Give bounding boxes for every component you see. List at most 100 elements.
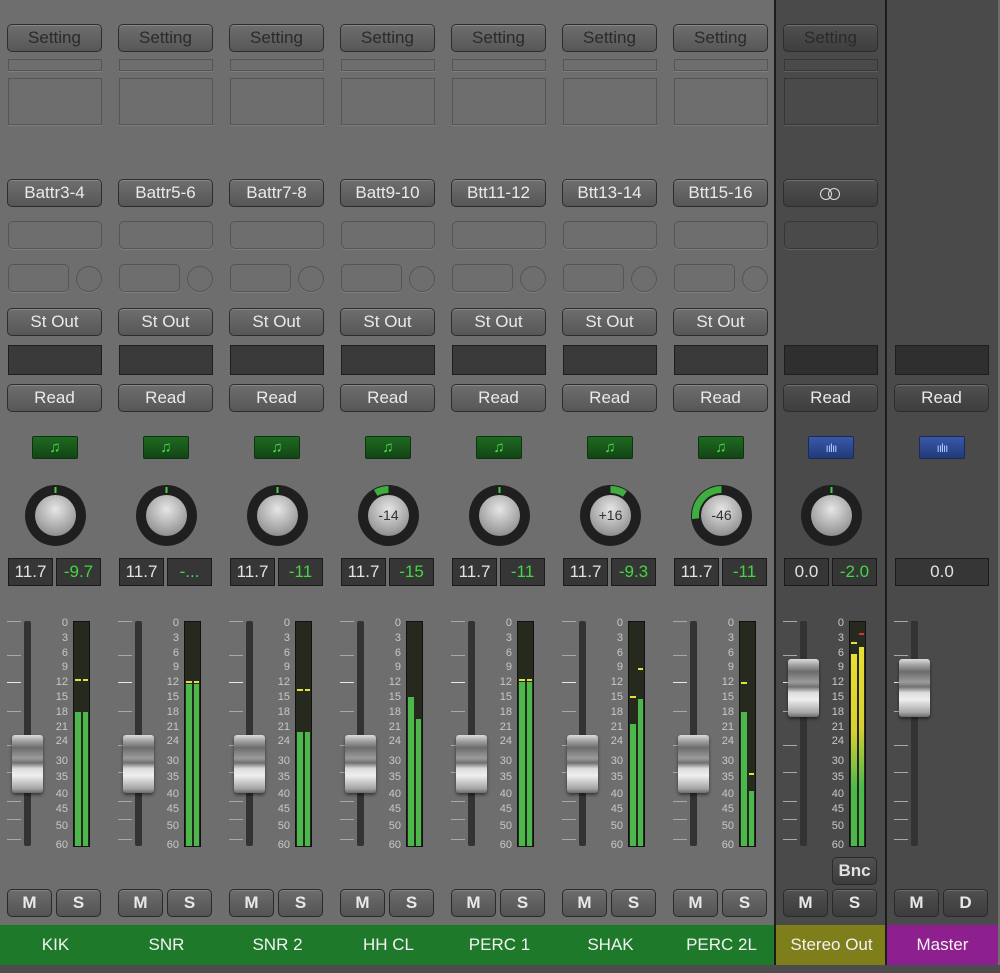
midi-note-icon[interactable]: ♫: [32, 436, 78, 459]
send-slot[interactable]: [230, 264, 291, 292]
group-slot[interactable]: [674, 345, 768, 375]
peak-readout[interactable]: -11: [278, 558, 323, 586]
group-slot[interactable]: [784, 345, 878, 375]
volume-readout[interactable]: 11.7: [452, 558, 497, 586]
output-button[interactable]: St Out: [451, 308, 546, 336]
group-slot[interactable]: [895, 345, 989, 375]
automation-mode-button[interactable]: Read: [783, 384, 878, 412]
setting-button[interactable]: Setting: [229, 24, 324, 52]
volume-fader-handle[interactable]: [678, 735, 709, 793]
volume-readout[interactable]: 11.7: [230, 558, 275, 586]
automation-mode-button[interactable]: Read: [451, 384, 546, 412]
solo-button[interactable]: S: [500, 889, 545, 917]
group-slot[interactable]: [8, 345, 102, 375]
track-name[interactable]: Master: [887, 925, 998, 965]
peak-readout[interactable]: -2.0: [832, 558, 877, 586]
midi-note-icon[interactable]: ♫: [476, 436, 522, 459]
pan-knob[interactable]: [469, 485, 530, 546]
output-button[interactable]: St Out: [562, 308, 657, 336]
setting-button[interactable]: Setting: [673, 24, 768, 52]
peak-readout[interactable]: -11: [722, 558, 767, 586]
setting-button[interactable]: Setting: [451, 24, 546, 52]
eq-display[interactable]: [674, 78, 768, 125]
group-slot[interactable]: [563, 345, 657, 375]
mute-button[interactable]: M: [673, 889, 718, 917]
track-name[interactable]: HH CL: [333, 925, 444, 965]
output-button[interactable]: St Out: [673, 308, 768, 336]
solo-button[interactable]: S: [832, 889, 877, 917]
volume-readout[interactable]: 11.7: [563, 558, 608, 586]
group-slot[interactable]: [230, 345, 324, 375]
input-button[interactable]: Battr7-8: [229, 179, 324, 207]
setting-button[interactable]: Setting: [340, 24, 435, 52]
fader-track[interactable]: [24, 621, 31, 846]
volume-fader-handle[interactable]: [567, 735, 598, 793]
send-slot[interactable]: [674, 264, 735, 292]
midi-fx-slot[interactable]: [341, 221, 435, 249]
send-level-knob[interactable]: [76, 266, 102, 292]
pan-knob[interactable]: -14: [358, 485, 419, 546]
volume-readout[interactable]: 0.0: [784, 558, 829, 586]
mute-button[interactable]: M: [118, 889, 163, 917]
automation-mode-button[interactable]: Read: [673, 384, 768, 412]
peak-readout[interactable]: -9.7: [56, 558, 101, 586]
eq-display[interactable]: [341, 78, 435, 125]
group-slot[interactable]: [119, 345, 213, 375]
volume-fader-handle[interactable]: [345, 735, 376, 793]
eq-display[interactable]: [563, 78, 657, 125]
pan-knob[interactable]: +16: [580, 485, 641, 546]
mute-button[interactable]: M: [340, 889, 385, 917]
output-button[interactable]: St Out: [340, 308, 435, 336]
midi-fx-slot[interactable]: [230, 221, 324, 249]
input-button[interactable]: Btt15-16: [673, 179, 768, 207]
mute-button[interactable]: M: [783, 889, 828, 917]
mute-button[interactable]: M: [451, 889, 496, 917]
midi-fx-slot[interactable]: [563, 221, 657, 249]
send-level-knob[interactable]: [409, 266, 435, 292]
volume-readout[interactable]: 11.7: [341, 558, 386, 586]
volume-fader-handle[interactable]: [456, 735, 487, 793]
fader-track[interactable]: [800, 621, 807, 846]
send-slot[interactable]: [563, 264, 624, 292]
send-slot[interactable]: [452, 264, 513, 292]
audio-fx-slot[interactable]: [784, 221, 878, 249]
input-format-button[interactable]: [783, 179, 878, 207]
input-button[interactable]: Battr3-4: [7, 179, 102, 207]
solo-button[interactable]: S: [167, 889, 212, 917]
pan-knob[interactable]: [25, 485, 86, 546]
output-button[interactable]: St Out: [229, 308, 324, 336]
volume-readout[interactable]: 11.7: [674, 558, 719, 586]
volume-readout[interactable]: 11.7: [8, 558, 53, 586]
midi-fx-slot[interactable]: [8, 221, 102, 249]
send-slot[interactable]: [119, 264, 180, 292]
fader-track[interactable]: [468, 621, 475, 846]
track-name[interactable]: KIK: [0, 925, 111, 965]
midi-note-icon[interactable]: ♫: [698, 436, 744, 459]
volume-fader-handle[interactable]: [899, 659, 930, 717]
eq-display[interactable]: [230, 78, 324, 125]
send-level-knob[interactable]: [631, 266, 657, 292]
output-button[interactable]: St Out: [118, 308, 213, 336]
input-button[interactable]: Btt13-14: [562, 179, 657, 207]
automation-mode-button[interactable]: Read: [229, 384, 324, 412]
solo-button[interactable]: S: [56, 889, 101, 917]
setting-button[interactable]: Setting: [7, 24, 102, 52]
fader-track[interactable]: [911, 621, 918, 846]
fader-track[interactable]: [246, 621, 253, 846]
volume-fader-handle[interactable]: [234, 735, 265, 793]
volume-fader-handle[interactable]: [788, 659, 819, 717]
pan-knob[interactable]: -46: [691, 485, 752, 546]
track-name[interactable]: Stereo Out: [776, 925, 887, 965]
eq-display[interactable]: [119, 78, 213, 125]
fader-track[interactable]: [135, 621, 142, 846]
input-button[interactable]: Btt11-12: [451, 179, 546, 207]
fader-track[interactable]: [690, 621, 697, 846]
mute-button[interactable]: M: [229, 889, 274, 917]
pan-knob[interactable]: [247, 485, 308, 546]
track-name[interactable]: SNR 2: [222, 925, 333, 965]
solo-button[interactable]: S: [389, 889, 434, 917]
dim-button[interactable]: D: [943, 889, 988, 917]
track-name[interactable]: SNR: [111, 925, 222, 965]
output-button[interactable]: St Out: [7, 308, 102, 336]
pan-knob[interactable]: [136, 485, 197, 546]
